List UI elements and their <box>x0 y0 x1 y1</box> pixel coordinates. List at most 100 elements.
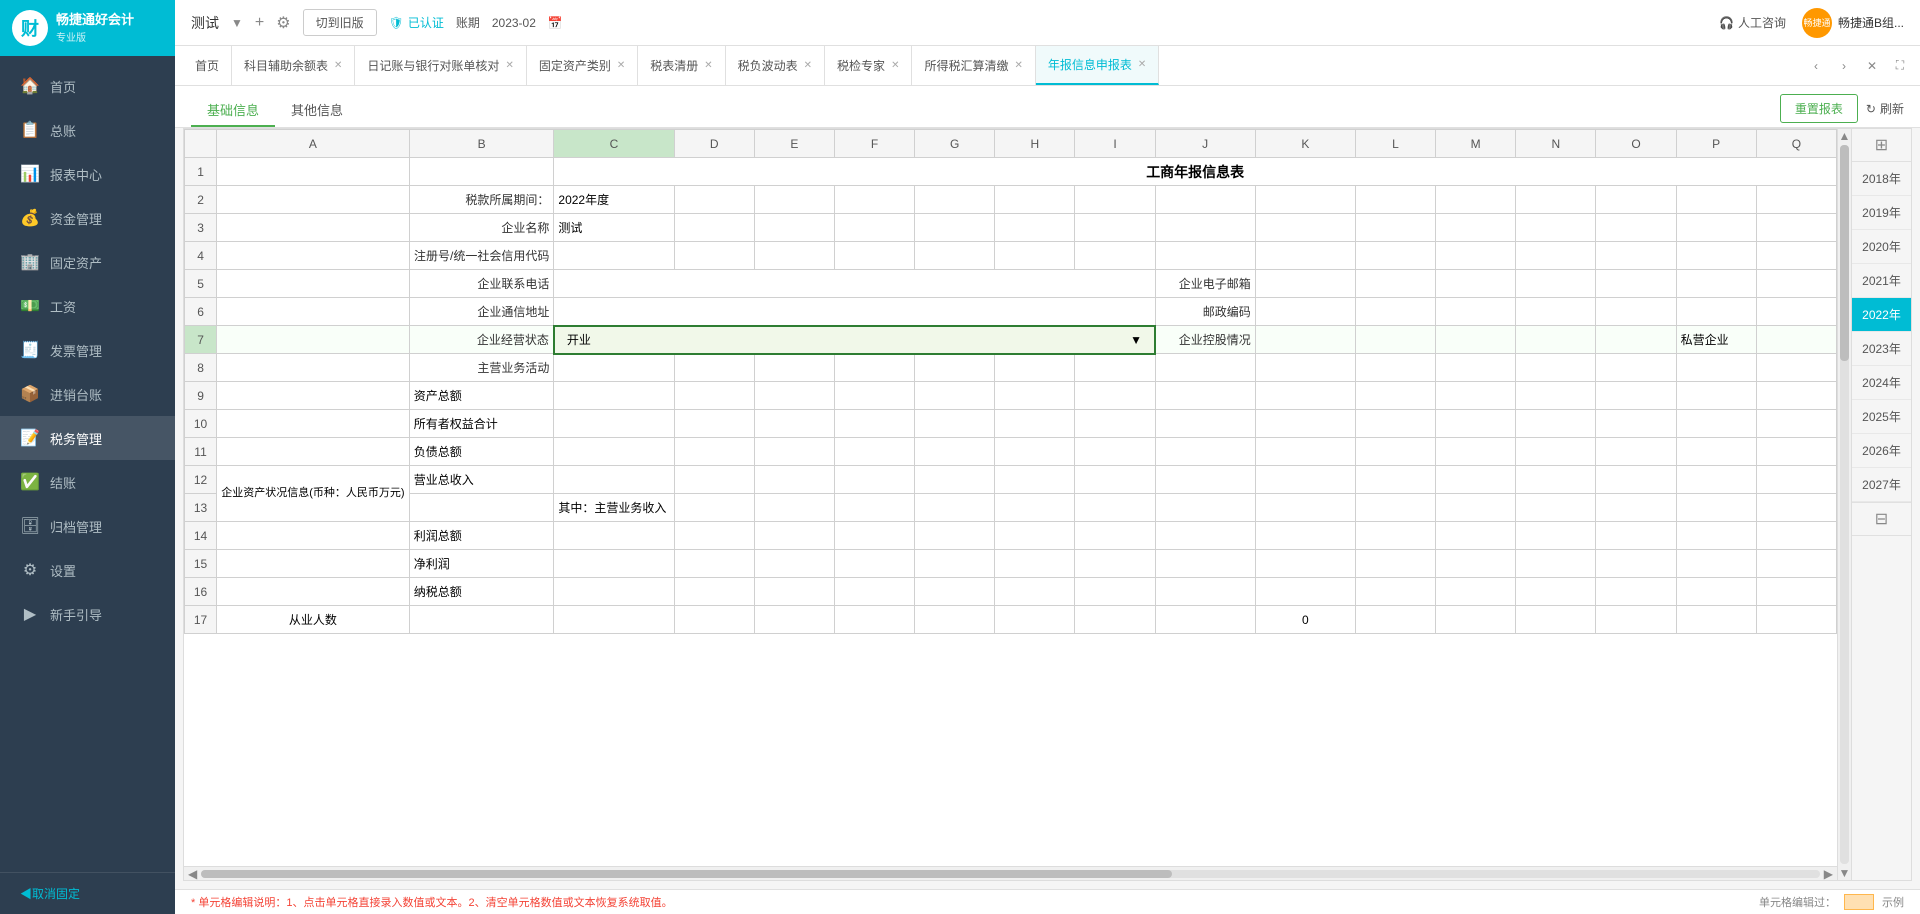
cell-11d[interactable] <box>674 438 754 466</box>
cell-11c[interactable] <box>554 438 674 466</box>
cell-10g[interactable] <box>915 410 995 438</box>
cell-5q[interactable] <box>1756 270 1836 298</box>
cell-8j[interactable] <box>1155 354 1255 382</box>
cell-11j[interactable] <box>1155 438 1255 466</box>
cell-4q[interactable] <box>1756 242 1836 270</box>
year-2022[interactable]: 2022年 <box>1852 298 1911 332</box>
col-header-e[interactable]: E <box>754 130 834 158</box>
cell-3f[interactable] <box>834 214 914 242</box>
cell-3l[interactable] <box>1355 214 1435 242</box>
vscroll-up-btn[interactable]: ▲ <box>1838 129 1851 143</box>
cell-2q[interactable] <box>1756 186 1836 214</box>
sidebar-item-close[interactable]: ✅结账 <box>0 460 175 504</box>
cell-11g[interactable] <box>915 438 995 466</box>
cell-6p[interactable] <box>1676 298 1756 326</box>
year-2021[interactable]: 2021年 <box>1852 264 1911 298</box>
cell-14n[interactable] <box>1516 522 1596 550</box>
dropdown-content[interactable]: 开业 ▼ <box>559 331 1150 348</box>
cell-7p[interactable]: 私营企业 <box>1676 326 1756 354</box>
cell-4o[interactable] <box>1596 242 1676 270</box>
cell-4f[interactable] <box>834 242 914 270</box>
cell-17n[interactable] <box>1516 606 1596 634</box>
hscroll-track[interactable] <box>201 870 1820 878</box>
cell-16e[interactable] <box>754 578 834 606</box>
cell-14d[interactable] <box>674 522 754 550</box>
cell-9b[interactable]: 资产总额 <box>409 382 554 410</box>
tab-expand-button[interactable]: ⛶ <box>1888 54 1912 78</box>
cell-2n[interactable] <box>1516 186 1596 214</box>
cell-7l[interactable] <box>1355 326 1435 354</box>
cell-16i[interactable] <box>1075 578 1155 606</box>
cell-2i[interactable] <box>1075 186 1155 214</box>
cell-11e[interactable] <box>754 438 834 466</box>
cell-15b[interactable]: 净利润 <box>409 550 554 578</box>
cell-6q[interactable] <box>1756 298 1836 326</box>
cell-4n[interactable] <box>1516 242 1596 270</box>
cell-13q[interactable] <box>1756 494 1836 522</box>
cell-11n[interactable] <box>1516 438 1596 466</box>
cell-10b[interactable]: 所有者权益合计 <box>409 410 554 438</box>
cell-3i[interactable] <box>1075 214 1155 242</box>
cell-9g[interactable] <box>915 382 995 410</box>
cell-3q[interactable] <box>1756 214 1836 242</box>
cell-15c[interactable] <box>554 550 674 578</box>
sidebar-item-ledger[interactable]: 📋总账 <box>0 108 175 152</box>
cell-6l[interactable] <box>1355 298 1435 326</box>
cell-17p[interactable] <box>1676 606 1756 634</box>
tab-close-icon[interactable]: ✕ <box>617 60 625 71</box>
cell-12j[interactable] <box>1155 466 1255 494</box>
spreadsheet-table[interactable]: A B C D E F G H I J K L <box>184 129 1837 866</box>
cell-8a[interactable] <box>217 354 410 382</box>
cell-16n[interactable] <box>1516 578 1596 606</box>
tab-annual-report[interactable]: 年报信息申报表 ✕ <box>1036 46 1159 85</box>
col-header-a[interactable]: A <box>217 130 410 158</box>
cell-1b[interactable] <box>409 158 554 186</box>
cell-15e[interactable] <box>754 550 834 578</box>
cell-12c[interactable] <box>554 466 674 494</box>
cell-3o[interactable] <box>1596 214 1676 242</box>
col-header-b[interactable]: B <box>409 130 554 158</box>
sidebar-item-archive[interactable]: 🗄归档管理 <box>0 504 175 548</box>
cell-1a[interactable] <box>217 158 410 186</box>
col-header-k[interactable]: K <box>1255 130 1355 158</box>
cell-12e[interactable] <box>754 466 834 494</box>
cell-15g[interactable] <box>915 550 995 578</box>
cell-16m[interactable] <box>1436 578 1516 606</box>
cell-13n[interactable] <box>1516 494 1596 522</box>
cell-16o[interactable] <box>1596 578 1676 606</box>
cell-17f[interactable] <box>834 606 914 634</box>
cell-13j[interactable] <box>1155 494 1255 522</box>
cell-4c[interactable] <box>554 242 674 270</box>
cell-6b[interactable]: 企业通信地址 <box>409 298 554 326</box>
col-header-i[interactable]: I <box>1075 130 1155 158</box>
cell-17j[interactable] <box>1155 606 1255 634</box>
cell-12l[interactable] <box>1355 466 1435 494</box>
cell-16a[interactable] <box>217 578 410 606</box>
cell-13i[interactable] <box>1075 494 1155 522</box>
cell-8l[interactable] <box>1355 354 1435 382</box>
cell-3d[interactable] <box>674 214 754 242</box>
cell-17q[interactable] <box>1756 606 1836 634</box>
col-header-j[interactable]: J <box>1155 130 1255 158</box>
sidebar-item-stock[interactable]: 📦进销台账 <box>0 372 175 416</box>
cell-5m[interactable] <box>1436 270 1516 298</box>
tab-close-icon[interactable]: ✕ <box>804 60 812 71</box>
cell-9c[interactable] <box>554 382 674 410</box>
cell-3g[interactable] <box>915 214 995 242</box>
cell-4i[interactable] <box>1075 242 1155 270</box>
cell-14e[interactable] <box>754 522 834 550</box>
cell-16b[interactable]: 纳税总额 <box>409 578 554 606</box>
cell-17l[interactable] <box>1355 606 1435 634</box>
cell-14i[interactable] <box>1075 522 1155 550</box>
cell-16h[interactable] <box>995 578 1075 606</box>
cell-4k[interactable] <box>1255 242 1355 270</box>
cell-11m[interactable] <box>1436 438 1516 466</box>
cell-9p[interactable] <box>1676 382 1756 410</box>
cell-12b[interactable]: 营业总收入 <box>409 466 554 494</box>
cell-6a[interactable] <box>217 298 410 326</box>
cell-14l[interactable] <box>1355 522 1435 550</box>
cell-17e[interactable] <box>754 606 834 634</box>
cell-10p[interactable] <box>1676 410 1756 438</box>
cell-11k[interactable] <box>1255 438 1355 466</box>
cell-12i[interactable] <box>1075 466 1155 494</box>
